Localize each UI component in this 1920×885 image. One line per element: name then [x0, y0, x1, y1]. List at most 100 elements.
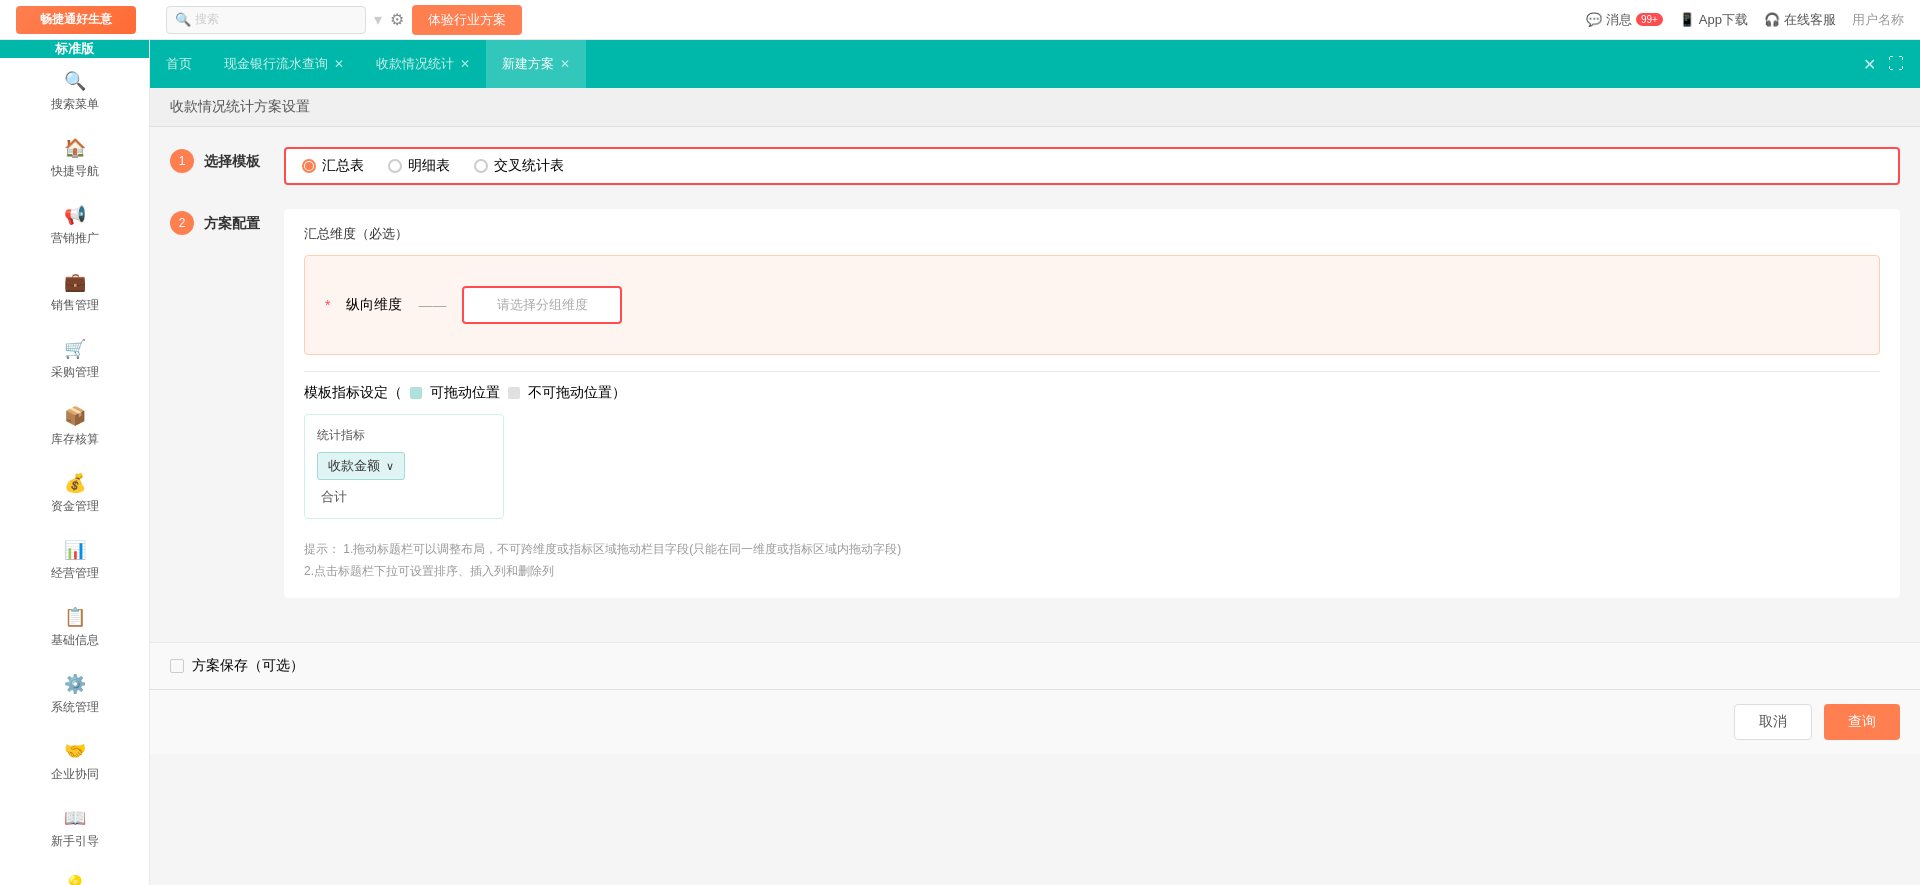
- tip-1: 提示： 1.拖动标题栏可以调整布局，不可跨维度或指标区域拖动栏目字段(只能在同一…: [304, 539, 1880, 561]
- sidebar: 标准版 🔍 搜索菜单 🏠 快捷导航 📢 营销推广 💼 销售管理 🛒 采购管理: [0, 40, 150, 885]
- guide-icon: 📖: [64, 807, 86, 829]
- sidebar-item-label: 营销推广: [51, 230, 99, 247]
- dimension-select[interactable]: 请选择分组维度: [462, 286, 622, 324]
- required-star: *: [325, 297, 330, 313]
- sidebar-logo: 标准版: [0, 40, 149, 58]
- movable-label: 可拖动位置: [430, 384, 500, 402]
- tab-home[interactable]: 首页: [150, 40, 208, 88]
- sidebar-item-management[interactable]: 📊 经营管理: [0, 527, 149, 594]
- tab-cashflow[interactable]: 现金银行流水查询 ✕: [208, 40, 360, 88]
- download-action[interactable]: 📱 App下载: [1679, 11, 1748, 29]
- radio-cross[interactable]: 交叉统计表: [474, 157, 564, 175]
- stats-tag[interactable]: 收款金额 ∨: [317, 452, 405, 480]
- page-header-title: 收款情况统计方案设置: [170, 98, 310, 114]
- cancel-button[interactable]: 取消: [1734, 704, 1812, 740]
- arrow-connector: ——: [418, 297, 446, 313]
- sidebar-item-search[interactable]: 🔍 搜索菜单: [0, 58, 149, 125]
- purchase-icon: 🛒: [64, 338, 86, 360]
- window-close-icon[interactable]: ✕: [1863, 55, 1876, 74]
- logo-area: 畅捷通好生意: [16, 6, 166, 34]
- trial-button[interactable]: 体验行业方案: [412, 5, 522, 35]
- radio-detail-label: 明细表: [408, 157, 450, 175]
- tab-cashflow-label: 现金银行流水查询: [224, 55, 328, 73]
- sidebar-item-home[interactable]: 🏠 快捷导航: [0, 125, 149, 192]
- sidebar-item-basic[interactable]: 📋 基础信息: [0, 594, 149, 661]
- dropdown-icon[interactable]: ▾: [374, 10, 382, 29]
- sidebar-item-guide[interactable]: 📖 新手引导: [0, 795, 149, 862]
- stats-tag-label: 收款金额: [328, 457, 380, 475]
- message-action[interactable]: 💬 消息 99+: [1586, 11, 1663, 29]
- download-icon: 📱: [1679, 12, 1695, 27]
- sidebar-item-purchase[interactable]: 🛒 采购管理: [0, 326, 149, 393]
- management-icon: 📊: [64, 539, 86, 561]
- tab-receipts-close[interactable]: ✕: [460, 57, 470, 71]
- template-options: 汇总表 明细表 交叉统计表: [284, 147, 1900, 185]
- sidebar-item-label: 企业协同: [51, 766, 99, 783]
- tab-bar-right: ✕ ⛶: [1863, 55, 1920, 74]
- tab-cashflow-close[interactable]: ✕: [334, 57, 344, 71]
- save-checkbox[interactable]: [170, 659, 184, 673]
- search-icon: 🔍: [175, 12, 191, 27]
- section2: 2 方案配置 汇总维度（必选） * 纵向维度: [170, 209, 1900, 598]
- logo: 畅捷通好生意: [16, 6, 136, 34]
- radio-detail-circle: [388, 159, 402, 173]
- sidebar-item-inventory[interactable]: 📦 库存核算: [0, 393, 149, 460]
- main-content: 收款情况统计方案设置 1 选择模板: [150, 88, 1920, 885]
- service-action[interactable]: 🎧 在线客服: [1764, 11, 1836, 29]
- radio-summary-circle: [302, 159, 316, 173]
- logo-text: 畅捷通好生意: [40, 11, 112, 28]
- sidebar-item-label: 资金管理: [51, 498, 99, 515]
- tab-bar: 首页 现金银行流水查询 ✕ 收款情况统计 ✕ 新建方案 ✕ ✕ ⛶: [150, 40, 1920, 88]
- sales-icon: 💼: [64, 271, 86, 293]
- dimension-placeholder: 请选择分组维度: [497, 296, 588, 314]
- message-label: 消息: [1606, 11, 1632, 29]
- tips-section: 提示： 1.拖动标题栏可以调整布局，不可跨维度或指标区域拖动栏目字段(只能在同一…: [304, 539, 1880, 582]
- search-menu-icon: 🔍: [64, 70, 86, 92]
- sidebar-item-hardware[interactable]: 💡 智能硬件: [0, 862, 149, 885]
- gear-icon[interactable]: ⚙: [390, 10, 404, 29]
- marketing-icon: 📢: [64, 204, 86, 226]
- tip-2: 2.点击标题栏下拉可设置排序、插入列和删除列: [304, 561, 1880, 583]
- page-body: 1 选择模板 汇总表: [150, 127, 1920, 642]
- indicator-title: 模板指标设定（: [304, 384, 402, 402]
- stats-section-title: 统计指标: [317, 427, 491, 444]
- radio-detail[interactable]: 明细表: [388, 157, 450, 175]
- top-actions: 💬 消息 99+ 📱 App下载 🎧 在线客服 用户名称: [1586, 11, 1904, 29]
- radio-summary-inner: [305, 162, 313, 170]
- sidebar-item-label: 新手引导: [51, 833, 99, 850]
- section1-number: 1: [170, 149, 194, 173]
- stats-subtotal: 合计: [317, 488, 491, 506]
- non-movable-label: 不可拖动位置）: [528, 384, 626, 402]
- window-max-icon[interactable]: ⛶: [1888, 55, 1904, 73]
- tab-new-plan[interactable]: 新建方案 ✕: [486, 40, 586, 88]
- vertical-label: 纵向维度: [346, 296, 402, 314]
- sidebar-item-system[interactable]: ⚙️ 系统管理: [0, 661, 149, 728]
- sidebar-item-marketing[interactable]: 📢 营销推广: [0, 192, 149, 259]
- save-label: 方案保存（可选）: [192, 657, 304, 675]
- tab-receipts[interactable]: 收款情况统计 ✕: [360, 40, 486, 88]
- query-button[interactable]: 查询: [1824, 704, 1900, 740]
- dimension-area: * 纵向维度 —— 请选择分组维度: [304, 255, 1880, 355]
- system-icon: ⚙️: [64, 673, 86, 695]
- sidebar-item-enterprise[interactable]: 🤝 企业协同: [0, 728, 149, 795]
- section2-content: 汇总维度（必选） * 纵向维度 —— 请选择分组维度: [284, 209, 1900, 598]
- user-name: 用户名称: [1852, 11, 1904, 29]
- section2-number: 2: [170, 211, 194, 235]
- tab-new-plan-label: 新建方案: [502, 55, 554, 73]
- search-placeholder: 搜索: [195, 11, 219, 28]
- enterprise-icon: 🤝: [64, 740, 86, 762]
- radio-summary[interactable]: 汇总表: [302, 157, 364, 175]
- movable-dot: [410, 387, 422, 399]
- sidebar-item-finance[interactable]: 💰 资金管理: [0, 460, 149, 527]
- radio-cross-label: 交叉统计表: [494, 157, 564, 175]
- tab-new-plan-close[interactable]: ✕: [560, 57, 570, 71]
- sidebar-item-label: 搜索菜单: [51, 96, 99, 113]
- sidebar-item-label: 快捷导航: [51, 163, 99, 180]
- download-label: App下载: [1699, 11, 1748, 29]
- divider: [304, 371, 1880, 372]
- section1: 1 选择模板 汇总表: [170, 147, 1900, 185]
- search-box[interactable]: 🔍 搜索: [166, 6, 366, 34]
- hardware-icon: 💡: [64, 874, 86, 885]
- finance-icon: 💰: [64, 472, 86, 494]
- sidebar-item-sales[interactable]: 💼 销售管理: [0, 259, 149, 326]
